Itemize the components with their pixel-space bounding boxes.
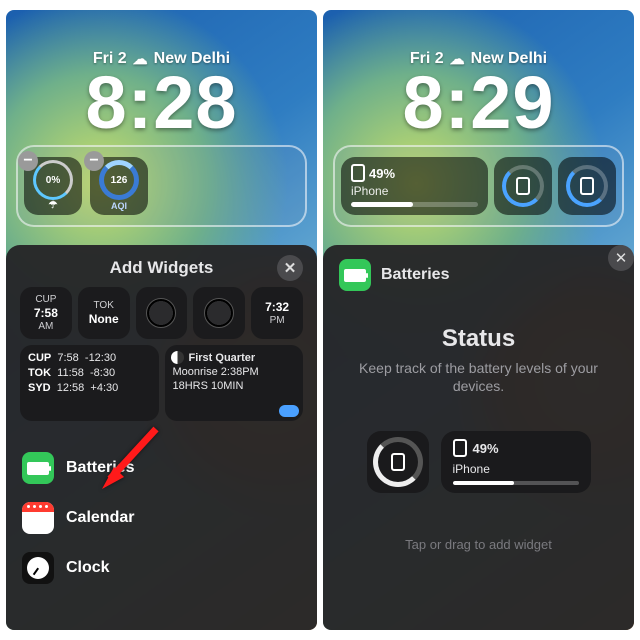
clock-card[interactable] bbox=[193, 287, 245, 339]
battery-widget-sheet: Batteries ✕ Status Keep track of the bat… bbox=[323, 245, 634, 630]
sheet-title: Add Widgets bbox=[110, 258, 214, 278]
lockscreen-time[interactable]: 8:28 bbox=[6, 70, 317, 137]
widget-tray[interactable]: 49% iPhone bbox=[333, 145, 624, 227]
phone-icon bbox=[391, 453, 405, 471]
sheet-hint: Tap or drag to add widget bbox=[339, 537, 618, 552]
phone-icon bbox=[516, 177, 530, 195]
battery-bar bbox=[453, 481, 579, 485]
widget-previews: 49% iPhone bbox=[339, 431, 618, 493]
clock-card[interactable]: CUP 7:58 AM bbox=[20, 287, 72, 339]
clockface-icon bbox=[204, 298, 234, 328]
widget-app-list: Batteries Calendar Clock bbox=[20, 443, 303, 593]
remove-icon[interactable]: − bbox=[18, 151, 38, 171]
app-row-clock[interactable]: Clock bbox=[20, 543, 303, 593]
close-icon[interactable]: ✕ bbox=[608, 245, 634, 271]
screenshot-right: Fri 2 ☁︎ New Delhi 8:29 49% iPhone Batte… bbox=[323, 10, 634, 630]
clock-card[interactable]: 7:32 PM bbox=[251, 287, 303, 339]
lockscreen-dateline: Fri 2 ☁︎ New Delhi bbox=[323, 10, 634, 68]
moon-icon bbox=[171, 351, 184, 364]
app-row-batteries[interactable]: Batteries bbox=[20, 443, 303, 493]
battery-widget-wide[interactable]: 49% iPhone bbox=[341, 157, 488, 215]
add-widgets-sheet: Add Widgets ✕ CUP 7:58 AM TOK None bbox=[6, 245, 317, 630]
lockscreen-time[interactable]: 8:29 bbox=[323, 70, 634, 137]
cloud-icon bbox=[279, 405, 299, 417]
battery-icon bbox=[22, 452, 54, 484]
phone-icon bbox=[453, 439, 467, 457]
rain-pct: 0% bbox=[46, 175, 60, 186]
app-row-calendar[interactable]: Calendar bbox=[20, 493, 303, 543]
aqi-label: AQI bbox=[111, 201, 127, 211]
preview-wide[interactable]: 49% iPhone bbox=[441, 431, 591, 493]
widget-title: Status bbox=[339, 325, 618, 353]
clock-card[interactable] bbox=[136, 287, 188, 339]
widget-subtitle: Keep track of the battery levels of your… bbox=[339, 359, 618, 395]
lockscreen-dateline: Fri 2 ☁︎ New Delhi bbox=[6, 10, 317, 68]
phone-icon bbox=[351, 164, 365, 182]
sheet-app-name: Batteries bbox=[381, 266, 449, 284]
screenshot-left: Fri 2 ☁︎ New Delhi 8:28 − 0% ☂ − 126 AQI… bbox=[6, 10, 317, 630]
world-clock-card[interactable]: CUP 7:58 -12:30 TOK 11:58 -8:30 SYD 12:5… bbox=[20, 345, 159, 421]
clock-icon bbox=[22, 552, 54, 584]
battery-widget-ring[interactable] bbox=[494, 157, 552, 215]
remove-icon[interactable]: − bbox=[84, 151, 104, 171]
widget-tray[interactable]: − 0% ☂ − 126 AQI bbox=[16, 145, 307, 227]
clockface-icon bbox=[146, 298, 176, 328]
widget-rain[interactable]: − 0% ☂ bbox=[24, 157, 82, 215]
clock-widget-row[interactable]: CUP 7:58 AM TOK None 7:32 PM bbox=[20, 287, 303, 339]
clock-card[interactable]: TOK None bbox=[78, 287, 130, 339]
umbrella-icon: ☂ bbox=[49, 200, 58, 211]
close-icon[interactable]: ✕ bbox=[277, 255, 303, 281]
preview-ring[interactable] bbox=[367, 431, 429, 493]
calendar-icon bbox=[22, 502, 54, 534]
aqi-value: 126 bbox=[111, 175, 128, 186]
phone-icon bbox=[580, 177, 594, 195]
battery-bar bbox=[351, 202, 478, 207]
moon-phase-card[interactable]: First Quarter Moonrise 2:38PM 18HRS 10MI… bbox=[165, 345, 304, 421]
battery-widget-ring[interactable] bbox=[558, 157, 616, 215]
battery-icon bbox=[339, 259, 371, 291]
widget-aqi[interactable]: − 126 AQI bbox=[90, 157, 148, 215]
